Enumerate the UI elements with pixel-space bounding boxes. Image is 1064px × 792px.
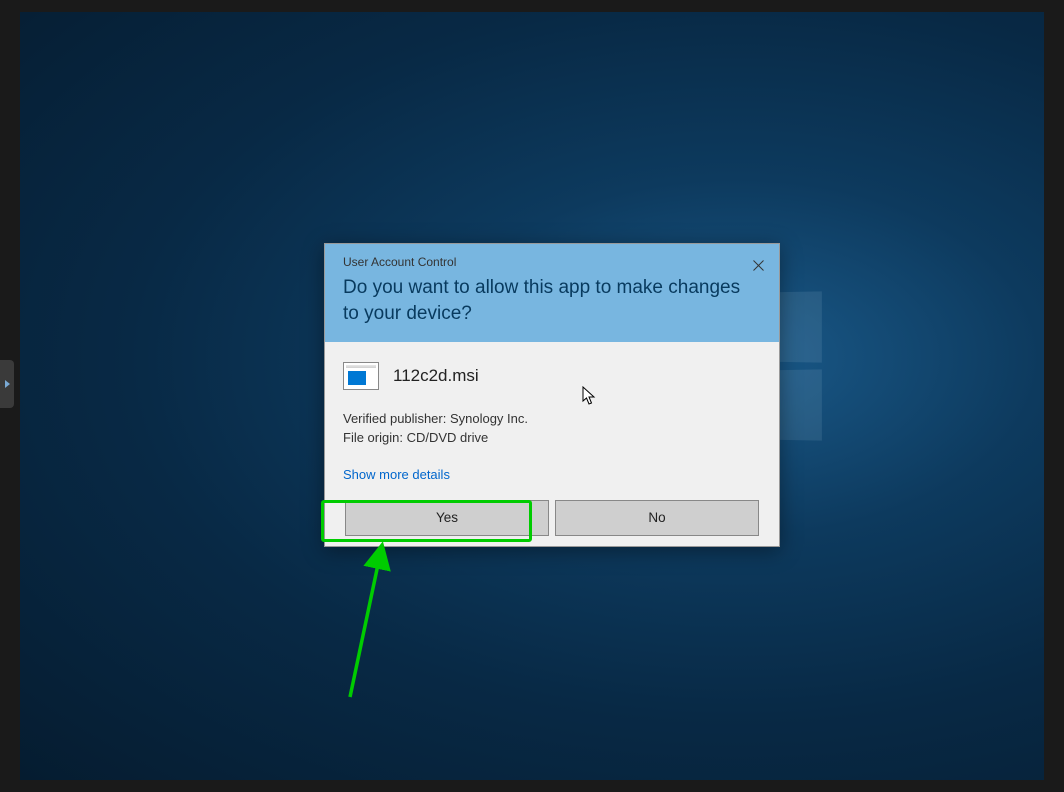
- uac-header: User Account Control Do you want to allo…: [325, 244, 779, 342]
- uac-dialog: User Account Control Do you want to allo…: [324, 243, 780, 547]
- desktop-background: User Account Control Do you want to allo…: [20, 12, 1044, 780]
- yes-button[interactable]: Yes: [345, 500, 549, 536]
- publisher-line: Verified publisher: Synology Inc.: [343, 410, 761, 429]
- no-button[interactable]: No: [555, 500, 759, 536]
- side-panel-tab[interactable]: [0, 360, 14, 408]
- dialog-question: Do you want to allow this app to make ch…: [343, 275, 761, 326]
- origin-line: File origin: CD/DVD drive: [343, 429, 761, 448]
- dialog-title: User Account Control: [343, 255, 761, 269]
- annotation-arrow: [330, 537, 410, 707]
- installer-icon: [343, 362, 379, 390]
- uac-body: 112c2d.msi Verified publisher: Synology …: [325, 342, 779, 546]
- close-button[interactable]: [745, 252, 771, 278]
- app-info: 112c2d.msi: [343, 362, 761, 390]
- app-meta: Verified publisher: Synology Inc. File o…: [343, 410, 761, 448]
- app-name: 112c2d.msi: [393, 366, 479, 386]
- button-row: Yes No: [343, 500, 761, 546]
- chevron-right-icon: [5, 380, 10, 388]
- show-more-details-link[interactable]: Show more details: [343, 467, 450, 482]
- close-icon: [753, 260, 764, 271]
